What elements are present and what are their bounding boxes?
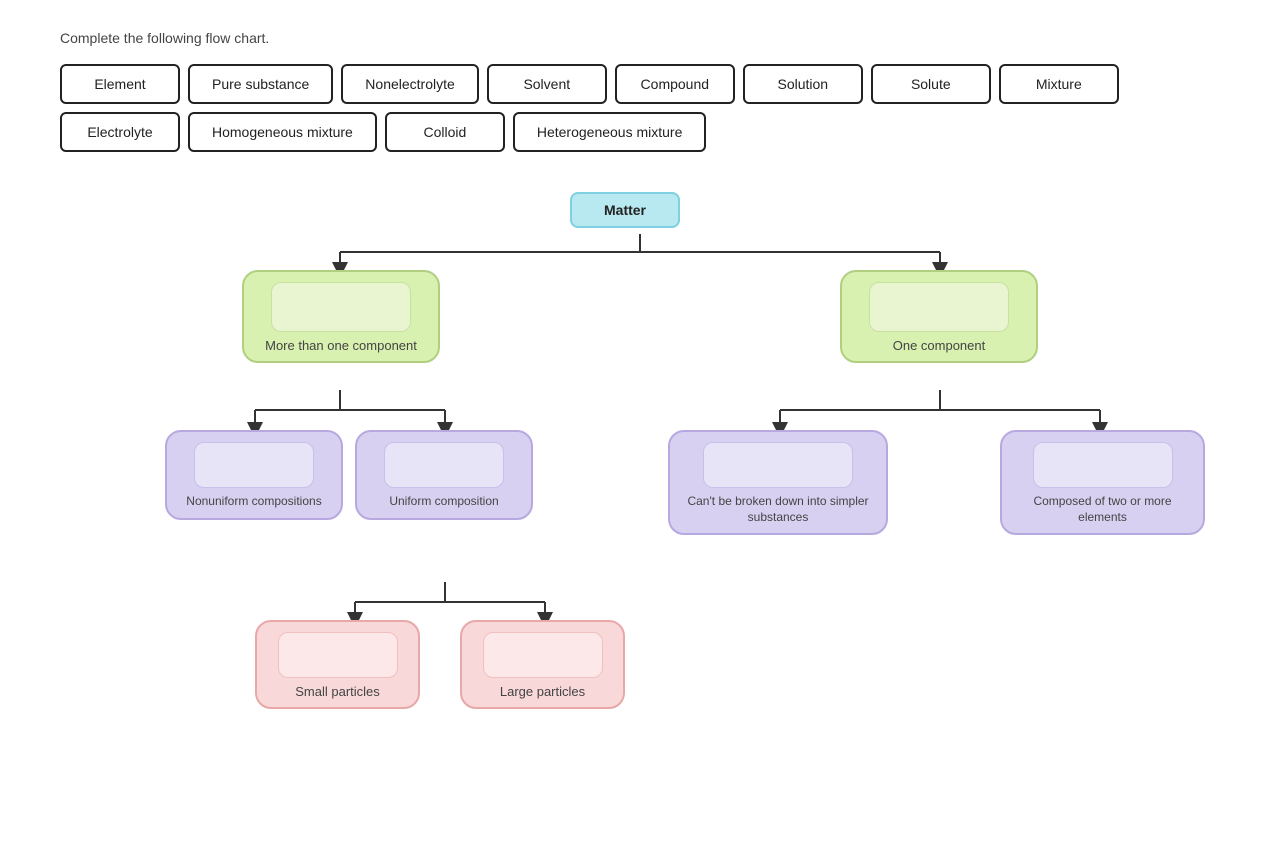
matter-node: Matter — [570, 192, 680, 228]
small-particles-input-box[interactable] — [278, 632, 398, 678]
small-particles-node: Small particles — [255, 620, 420, 709]
homogeneous-input-box[interactable] — [384, 442, 504, 488]
word-tile-pure-substance[interactable]: Pure substance — [188, 64, 333, 104]
word-tile-solution[interactable]: Solution — [743, 64, 863, 104]
heterogeneous-label: Nonuniform compositions — [186, 494, 321, 510]
pure-substance-label: One component — [893, 338, 986, 353]
compound-node: Composed of two or more elements — [1000, 430, 1205, 535]
compound-input-box[interactable] — [1033, 442, 1173, 488]
element-input-box[interactable] — [703, 442, 853, 488]
word-tile-heterogeneous[interactable]: Heterogeneous mixture — [513, 112, 707, 152]
homogeneous-label: Uniform composition — [389, 494, 498, 510]
word-tile-solvent[interactable]: Solvent — [487, 64, 607, 104]
element-node: Can't be broken down into simpler substa… — [668, 430, 888, 535]
heterogeneous-input-box[interactable] — [194, 442, 314, 488]
mixture-label: More than one component — [265, 338, 417, 353]
word-tile-colloid[interactable]: Colloid — [385, 112, 505, 152]
small-particles-label: Small particles — [295, 684, 380, 699]
word-bank: Element Pure substance Nonelectrolyte So… — [60, 64, 1220, 152]
word-tile-compound[interactable]: Compound — [615, 64, 735, 104]
large-particles-node: Large particles — [460, 620, 625, 709]
flowchart: Matter More than one component One compo… — [90, 182, 1190, 802]
pure-substance-node: One component — [840, 270, 1038, 363]
instruction-text: Complete the following flow chart. — [60, 30, 1220, 46]
word-tile-electrolyte[interactable]: Electrolyte — [60, 112, 180, 152]
pure-substance-input-box[interactable] — [869, 282, 1009, 332]
compound-label: Composed of two or more elements — [1012, 494, 1193, 525]
mixture-node: More than one component — [242, 270, 440, 363]
element-label: Can't be broken down into simpler substa… — [680, 494, 876, 525]
word-tile-homogeneous[interactable]: Homogeneous mixture — [188, 112, 377, 152]
word-tile-element[interactable]: Element — [60, 64, 180, 104]
mixture-input-box[interactable] — [271, 282, 411, 332]
word-tile-nonelectrolyte[interactable]: Nonelectrolyte — [341, 64, 479, 104]
heterogeneous-node: Nonuniform compositions — [165, 430, 343, 520]
word-tile-mixture[interactable]: Mixture — [999, 64, 1119, 104]
matter-box: Matter — [570, 192, 680, 228]
homogeneous-node: Uniform composition — [355, 430, 533, 520]
word-tile-solute[interactable]: Solute — [871, 64, 991, 104]
large-particles-input-box[interactable] — [483, 632, 603, 678]
large-particles-label: Large particles — [500, 684, 585, 699]
